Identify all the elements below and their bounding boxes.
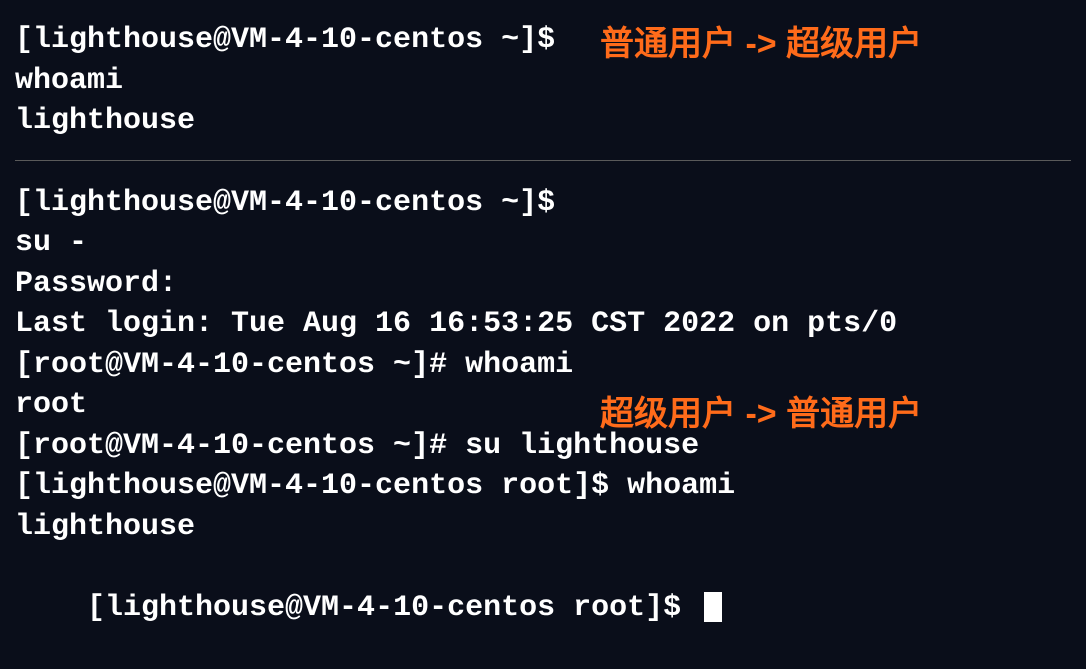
terminal-root-prompt-line: [root@VM-4-10-centos ~]# whoami <box>15 345 1071 386</box>
terminal-prompt-text: [lighthouse@VM-4-10-centos root]$ <box>87 591 699 625</box>
annotation-normal-to-super: 普通用户 -> 超级用户 <box>600 22 922 68</box>
terminal-prompt-line: [lighthouse@VM-4-10-centos root]$ whoami <box>15 466 1071 507</box>
terminal-login-message: Last login: Tue Aug 16 16:53:25 CST 2022… <box>15 304 1071 345</box>
terminal-prompt-line: [lighthouse@VM-4-10-centos ~]$ <box>15 183 1071 224</box>
terminal-password-prompt: Password: <box>15 264 1071 305</box>
terminal-output-line: lighthouse <box>15 101 1071 142</box>
cursor-icon <box>704 592 722 622</box>
terminal-output-line: lighthouse <box>15 507 1071 548</box>
terminal-command-line: su - <box>15 223 1071 264</box>
terminal-prompt-with-cursor: [lighthouse@VM-4-10-centos root]$ <box>15 547 1071 669</box>
annotation-super-to-normal: 超级用户 -> 普通用户 <box>600 392 922 438</box>
section-divider <box>15 160 1071 161</box>
